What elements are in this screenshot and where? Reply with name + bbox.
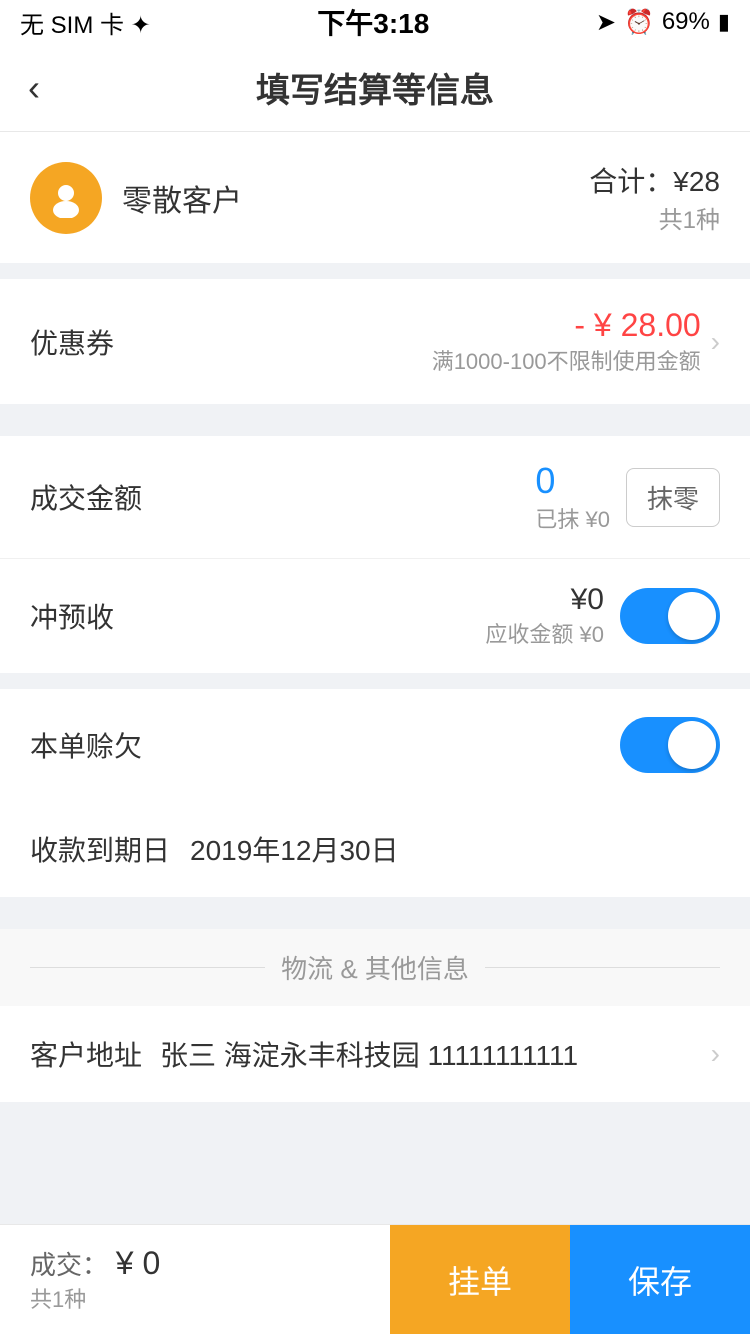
divider-line-left: [30, 967, 265, 968]
deal-amount-label: 成交金额: [30, 477, 150, 517]
bottom-count: 共1种: [30, 1282, 360, 1314]
status-right: ➤ ⏰ 69% ▮: [596, 8, 730, 37]
pre-receive-right: ¥0 应收金额 ¥0: [485, 583, 720, 649]
customer-avatar: [30, 162, 102, 234]
logistics-divider: 物流 & 其他信息: [0, 929, 750, 1006]
coupon-value-area: - ¥ 28.00 满1000-100不限制使用金额 ›: [432, 307, 720, 376]
due-date-label: 收款到期日: [30, 829, 170, 869]
separator-2: [0, 673, 750, 689]
location-icon: ➤: [596, 8, 616, 37]
coupon-row[interactable]: 优惠券 - ¥ 28.00 满1000-100不限制使用金额 ›: [0, 279, 750, 404]
toggle-knob: [668, 592, 716, 640]
battery-icon: ▮: [718, 9, 730, 35]
pre-receive-row: 冲预收 ¥0 应收金额 ¥0: [0, 559, 750, 673]
signal-text: 无 SIM 卡 ✦: [20, 5, 151, 40]
pre-receive-label: 冲预收: [30, 596, 150, 636]
total-amount: 合计：¥28: [589, 160, 720, 200]
pre-amount-block: ¥0 应收金额 ¥0: [485, 583, 604, 649]
debit-section: 本单赊欠 收款到期日 2019年12月30日: [0, 689, 750, 897]
customer-section: 零散客户 合计：¥28 共1种: [0, 132, 750, 263]
deal-amount-value: 0: [535, 460, 555, 501]
bottom-bar: 成交： ¥ 0 共1种 挂单 保存: [0, 1224, 750, 1334]
pre-sub: 应收金额 ¥0: [485, 617, 604, 649]
separator-3: [0, 913, 750, 929]
deal-amount-sub: 已抹 ¥0: [535, 502, 610, 534]
bottom-deal-label: 成交：: [30, 1250, 108, 1280]
coupon-label: 优惠券: [30, 322, 150, 362]
page-title: 填写结算等信息: [256, 63, 494, 112]
back-button[interactable]: ‹: [28, 67, 40, 109]
address-value: 张三 海淀永丰科技园 11111111111: [150, 1034, 711, 1074]
debit-row: 本单赊欠: [0, 689, 750, 801]
hold-order-button[interactable]: 挂单: [390, 1225, 570, 1334]
alarm-icon: ⏰: [624, 8, 654, 37]
coupon-amount: - ¥ 28.00: [432, 307, 701, 344]
address-chevron-icon: ›: [711, 1038, 720, 1070]
debit-toggle[interactable]: [620, 717, 720, 773]
deal-amount-block: 0 已抹 ¥0: [535, 460, 610, 534]
divider-line-right: [485, 967, 720, 968]
pre-receive-toggle[interactable]: [620, 588, 720, 644]
deal-amount-row: 成交金额 0 已抹 ¥0 抹零: [0, 436, 750, 559]
coupon-desc: 满1000-100不限制使用金额: [432, 344, 701, 376]
coupon-section[interactable]: 优惠券 - ¥ 28.00 满1000-100不限制使用金额 ›: [0, 279, 750, 404]
pre-amount: ¥0: [485, 583, 604, 617]
separator-1: [0, 420, 750, 436]
bottom-deal-line: 成交： ¥ 0: [30, 1245, 360, 1282]
customer-name: 零散客户: [122, 176, 242, 220]
status-left: 无 SIM 卡 ✦: [20, 5, 151, 40]
round-zero-button[interactable]: 抹零: [626, 468, 720, 527]
bottom-summary: 成交： ¥ 0 共1种: [0, 1245, 390, 1314]
save-button[interactable]: 保存: [570, 1225, 750, 1334]
nav-bar: ‹ 填写结算等信息: [0, 44, 750, 132]
due-date-value: 2019年12月30日: [190, 829, 399, 869]
coupon-value-block: - ¥ 28.00 满1000-100不限制使用金额: [432, 307, 701, 376]
total-count: 共1种: [589, 200, 720, 235]
address-label: 客户地址: [30, 1034, 150, 1074]
debit-toggle-knob: [668, 721, 716, 769]
deal-amount-section: 成交金额 0 已抹 ¥0 抹零 冲预收 ¥0 应收金额 ¥0: [0, 436, 750, 673]
status-time: 下午3:18: [317, 2, 429, 42]
due-date-row: 收款到期日 2019年12月30日: [0, 801, 750, 897]
bottom-deal-amount: ¥ 0: [116, 1245, 160, 1281]
debit-label: 本单赊欠: [30, 725, 150, 765]
battery-text: 69%: [662, 8, 710, 36]
deal-amount-right: 0 已抹 ¥0 抹零: [535, 460, 720, 534]
customer-total: 合计：¥28 共1种: [589, 160, 720, 235]
logistics-text: 物流 & 其他信息: [281, 949, 469, 986]
customer-row: 零散客户 合计：¥28 共1种: [0, 132, 750, 263]
chevron-right-icon: ›: [711, 326, 720, 358]
status-bar: 无 SIM 卡 ✦ 下午3:18 ➤ ⏰ 69% ▮: [0, 0, 750, 44]
address-row[interactable]: 客户地址 张三 海淀永丰科技园 11111111111 ›: [0, 1006, 750, 1102]
address-section[interactable]: 客户地址 张三 海淀永丰科技园 11111111111 ›: [0, 1006, 750, 1102]
